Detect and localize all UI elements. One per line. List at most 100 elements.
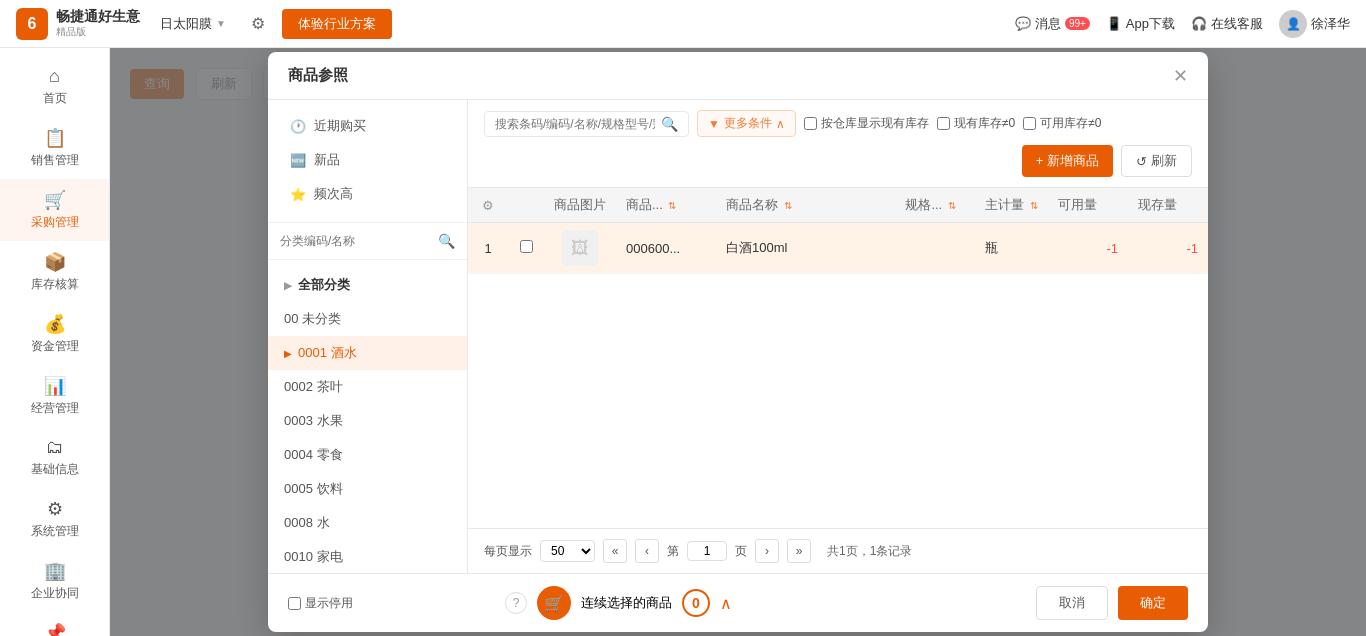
category-tree: ▶ 全部分类 00 未分类 ▶ 0001 酒水 0002 茶 — [268, 260, 467, 573]
cat-0010-label: 0010 家电 — [284, 548, 343, 566]
left-panel: 🕐 近期购买 🆕 新品 ⭐ 频次高 — [268, 100, 468, 573]
sales-icon: 📋 — [44, 127, 66, 149]
show-disabled-input[interactable] — [288, 597, 301, 610]
brand-sub: 精品版 — [56, 25, 140, 39]
product-table: ⚙ 商品图片 商品... ⇅ 商品名称 — [468, 188, 1208, 274]
product-search-icon[interactable]: 🔍 — [661, 116, 678, 132]
refresh-label: 刷新 — [1151, 152, 1177, 170]
cat-0002[interactable]: 0002 茶叶 — [268, 370, 467, 404]
per-page-select[interactable]: 50 100 200 — [540, 540, 595, 562]
cat-0005[interactable]: 0005 饮料 — [268, 472, 467, 506]
sidebar-item-purchase[interactable]: 🛒 采购管理 — [0, 179, 109, 241]
col-name-header[interactable]: 商品名称 ⇅ — [716, 188, 895, 223]
checkbox-stock-nonzero[interactable]: 现有库存≠0 — [937, 115, 1015, 132]
category-search-input[interactable] — [280, 234, 432, 248]
col-code-header[interactable]: 商品... ⇅ — [616, 188, 716, 223]
sidebar-label-home: 首页 — [43, 90, 67, 107]
col-unit-header[interactable]: 主计量 ⇅ — [975, 188, 1048, 223]
message-btn[interactable]: 💬 消息 99+ — [1015, 15, 1090, 33]
tab-recent-purchase[interactable]: 🕐 近期购买 — [280, 110, 455, 142]
toolbar-right: + 新增商品 ↺ 刷新 — [1022, 145, 1192, 177]
checkbox-avail-nonzero-input[interactable] — [1023, 117, 1036, 130]
message-label: 消息 — [1035, 15, 1061, 33]
page-number-input[interactable] — [687, 541, 727, 561]
cat-0003[interactable]: 0003 水果 — [268, 404, 467, 438]
page-suffix: 页 — [735, 543, 747, 560]
checkbox-stock-nonzero-input[interactable] — [937, 117, 950, 130]
tab-new-product[interactable]: 🆕 新品 — [280, 144, 455, 176]
sidebar-item-sales[interactable]: 📋 销售管理 — [0, 117, 109, 179]
more-filter-button[interactable]: ▼ 更多条件 ∧ — [697, 110, 796, 137]
product-search-input[interactable] — [495, 117, 655, 131]
cat-0008[interactable]: 0008 水 — [268, 506, 467, 540]
next-page-button[interactable]: › — [755, 539, 779, 563]
category-search-icon[interactable]: 🔍 — [438, 233, 455, 249]
tab-frequent[interactable]: ⭐ 频次高 — [280, 178, 455, 210]
cat-0001[interactable]: ▶ 0001 酒水 — [268, 336, 467, 370]
sidebar-item-inventory[interactable]: 📦 库存核算 — [0, 241, 109, 303]
refresh-button[interactable]: ↺ 刷新 — [1121, 145, 1192, 177]
product-thumbnail: 🖼 — [562, 230, 598, 266]
inventory-icon: 📦 — [44, 251, 66, 273]
cell-img: 🖼 — [544, 223, 616, 274]
system-icon: ⚙ — [47, 498, 63, 520]
cat-0004[interactable]: 0004 零食 — [268, 438, 467, 472]
sidebar-item-basic[interactable]: 🗂 基础信息 — [0, 427, 109, 488]
recent-label: 近期购买 — [314, 117, 366, 135]
checkbox-avail-nonzero-label: 可用库存≠0 — [1040, 115, 1101, 132]
cell-no: 1 — [468, 223, 508, 274]
cat-0010[interactable]: 0010 家电 — [268, 540, 467, 573]
new-icon: 🆕 — [290, 153, 306, 168]
cart-icon[interactable]: 🛒 — [537, 586, 571, 620]
sidebar-item-guide[interactable]: 📌 新手引导 — [0, 612, 109, 636]
search-toolbar: 🔍 ▼ 更多条件 ∧ 按仓库显示现有库存 — [468, 100, 1208, 188]
enterprise-icon: 🏢 — [44, 560, 66, 582]
cell-code: 000600... — [616, 223, 716, 274]
checkbox-warehouse-input[interactable] — [804, 117, 817, 130]
show-disabled-checkbox[interactable]: 显示停用 — [288, 595, 353, 612]
store-selector[interactable]: 日太阳膜 ▼ — [160, 15, 226, 33]
settings-icon[interactable]: ⚙ — [242, 8, 274, 40]
col-avail-header: 可用量 — [1048, 188, 1128, 223]
basic-icon: 🗂 — [46, 437, 64, 458]
app-label: App下载 — [1126, 15, 1175, 33]
sidebar-item-system[interactable]: ⚙ 系统管理 — [0, 488, 109, 550]
user-area[interactable]: 👤 徐泽华 — [1279, 10, 1350, 38]
cancel-button[interactable]: 取消 — [1036, 586, 1108, 620]
collapse-cart-icon[interactable]: ∧ — [720, 594, 732, 613]
confirm-button[interactable]: 确定 — [1118, 586, 1188, 620]
sidebar-item-finance[interactable]: 💰 资金管理 — [0, 303, 109, 365]
first-page-button[interactable]: « — [603, 539, 627, 563]
footer-left: 显示停用 — [288, 595, 353, 612]
modal-dialog: 商品参照 ✕ 🕐 近期购买 🆕 — [268, 52, 1208, 632]
add-product-button[interactable]: + 新增商品 — [1022, 145, 1113, 177]
cat-all[interactable]: ▶ 全部分类 — [268, 268, 467, 302]
checkbox-warehouse[interactable]: 按仓库显示现有库存 — [804, 115, 929, 132]
operation-icon: 📊 — [44, 375, 66, 397]
pagination: 每页显示 50 100 200 « ‹ 第 页 › — [468, 528, 1208, 573]
last-page-button[interactable]: » — [787, 539, 811, 563]
checkbox-avail-nonzero[interactable]: 可用库存≠0 — [1023, 115, 1101, 132]
service-btn[interactable]: 🎧 在线客服 — [1191, 15, 1263, 33]
app-download-btn[interactable]: 📱 App下载 — [1106, 15, 1175, 33]
cart-count: 0 — [682, 589, 710, 617]
sidebar-item-operation[interactable]: 📊 经营管理 — [0, 365, 109, 427]
sidebar-label-operation: 经营管理 — [31, 400, 79, 417]
cat-00-label: 00 未分类 — [284, 310, 341, 328]
sidebar-item-home[interactable]: ⌂ 首页 — [0, 56, 109, 117]
row-checkbox[interactable] — [520, 240, 533, 253]
col-spec-header[interactable]: 规格... ⇅ — [895, 188, 975, 223]
cell-check[interactable] — [508, 223, 544, 274]
col-settings[interactable]: ⚙ — [468, 188, 508, 223]
sidebar-label-basic: 基础信息 — [31, 461, 79, 478]
modal-close-button[interactable]: ✕ — [1173, 67, 1188, 85]
prev-page-button[interactable]: ‹ — [635, 539, 659, 563]
brand-text: 畅捷通好生意 精品版 — [56, 8, 140, 39]
table-row[interactable]: 1 🖼 000600... 白酒100ml — [468, 223, 1208, 274]
guide-icon: 📌 — [44, 622, 66, 636]
cat-00[interactable]: 00 未分类 — [268, 302, 467, 336]
help-icon[interactable]: ? — [505, 592, 527, 614]
trial-button[interactable]: 体验行业方案 — [282, 9, 392, 39]
main-layout: ⌂ 首页 📋 销售管理 🛒 采购管理 📦 库存核算 💰 资金管理 📊 经营管理 … — [0, 48, 1366, 636]
sidebar-item-enterprise[interactable]: 🏢 企业协同 — [0, 550, 109, 612]
